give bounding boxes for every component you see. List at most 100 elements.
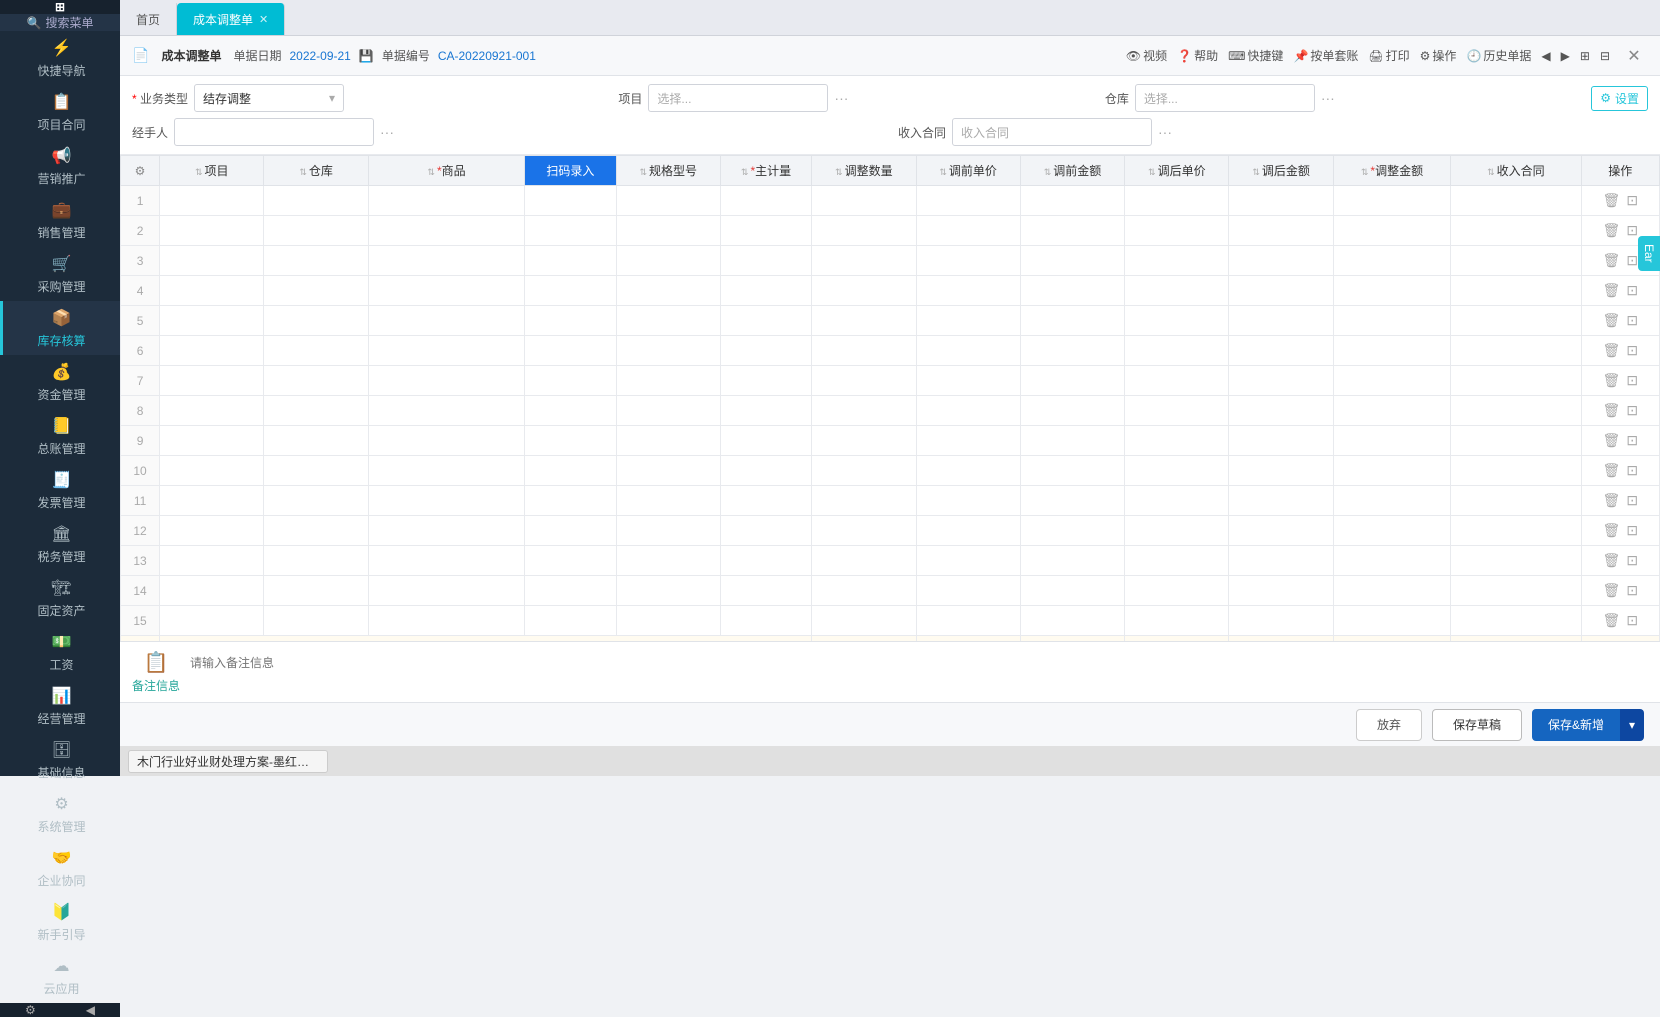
row-income-contract-3[interactable] [1451,246,1581,276]
row-warehouse-4[interactable] [264,276,368,306]
row-product-10[interactable] [368,456,525,486]
row-warehouse-3[interactable] [264,246,368,276]
income-contract-dots[interactable]: ··· [1158,124,1172,140]
row-warehouse-11[interactable] [264,486,368,516]
row-unit-12[interactable] [720,516,811,546]
row-adj-unit-price-8[interactable] [1125,396,1229,426]
row-adj-amount-13[interactable] [1229,546,1333,576]
tab-cost-adjust[interactable]: 成本调整单 ✕ [177,3,285,35]
row-adj-qty-6[interactable] [812,336,916,366]
delete-icon-6[interactable]: 🗑 [1603,342,1621,359]
th-prev-unit-price[interactable]: ⇅调前单价 [916,156,1020,186]
copy-icon-6[interactable]: ⊡ [1626,342,1638,359]
row-spec-14[interactable] [616,576,720,606]
row-prev-amount-8[interactable] [1020,396,1124,426]
row-unit-7[interactable] [720,366,811,396]
row-adj-qty-12[interactable] [812,516,916,546]
row-warehouse-5[interactable] [264,306,368,336]
copy-icon-5[interactable]: ⊡ [1626,312,1638,329]
row-project-9[interactable] [160,426,264,456]
row-spec-3[interactable] [616,246,720,276]
row-prev-amount-9[interactable] [1020,426,1124,456]
row-adj-unit-price-13[interactable] [1125,546,1229,576]
sidebar-search-btn[interactable]: 🔍 搜索菜单 [0,14,120,31]
row-adj-unit-price-11[interactable] [1125,486,1229,516]
copy-icon-9[interactable]: ⊡ [1626,432,1638,449]
row-warehouse-7[interactable] [264,366,368,396]
th-unit[interactable]: ⇅*主计量 [720,156,811,186]
copy-icon-3[interactable]: ⊡ [1626,252,1638,269]
row-product-13[interactable] [368,546,525,576]
row-project-12[interactable] [160,516,264,546]
row-adj-unit-price-10[interactable] [1125,456,1229,486]
row-adj-qty-3[interactable] [812,246,916,276]
handler-input[interactable] [174,118,374,146]
help-btn[interactable]: ❓ 帮助 [1177,47,1218,64]
th-adj-amount[interactable]: ⇅调后金额 [1229,156,1333,186]
row-adj-unit-price-1[interactable] [1125,186,1229,216]
row-warehouse-15[interactable] [264,606,368,636]
save-new-btn[interactable]: 保存&新增 [1532,709,1620,741]
row-warehouse-6[interactable] [264,336,368,366]
row-adj-qty-5[interactable] [812,306,916,336]
row-adj-unit-price-15[interactable] [1125,606,1229,636]
row-product-2[interactable] [368,216,525,246]
row-adj-amount-3[interactable] [1229,246,1333,276]
row-adj-qty-4[interactable] [812,276,916,306]
sidebar-item-invoice-mgmt[interactable]: 🧾 发票管理 [0,463,120,517]
income-contract-input[interactable]: 收入合同 [952,118,1152,146]
delete-icon-12[interactable]: 🗑 [1603,522,1621,539]
row-adj-amount-14[interactable] [1229,576,1333,606]
row-adj-amount-7[interactable] [1229,366,1333,396]
row-spec-5[interactable] [616,306,720,336]
row-project-15[interactable] [160,606,264,636]
save-draft-btn[interactable]: 保存草稿 [1432,709,1522,741]
delete-icon-11[interactable]: 🗑 [1603,492,1621,509]
row-spec-1[interactable] [616,186,720,216]
row-adj-qty-7[interactable] [812,366,916,396]
sidebar-item-capital-mgmt[interactable]: 💰 资金管理 [0,355,120,409]
row-project-10[interactable] [160,456,264,486]
row-unit-13[interactable] [720,546,811,576]
row-prev-amount-3[interactable] [1020,246,1124,276]
row-adj-amount-15[interactable] [1229,606,1333,636]
row-product-12[interactable] [368,516,525,546]
right-panel-btn[interactable]: Ear [1638,236,1660,271]
copy-icon-14[interactable]: ⊡ [1626,582,1638,599]
row-scan-10[interactable] [525,456,616,486]
form-settings-btn[interactable]: ⚙ 设置 [1591,86,1648,111]
row-scan-7[interactable] [525,366,616,396]
row-adj-amount-10[interactable] [1229,456,1333,486]
row-prev-amount-2[interactable] [1020,216,1124,246]
project-dots[interactable]: ··· [834,90,848,106]
row-prev-amount-7[interactable] [1020,366,1124,396]
save-new-arrow-btn[interactable]: ▾ [1620,709,1644,741]
row-spec-12[interactable] [616,516,720,546]
row-adj-total-2[interactable] [1333,216,1450,246]
row-product-9[interactable] [368,426,525,456]
row-scan-14[interactable] [525,576,616,606]
row-adj-qty-9[interactable] [812,426,916,456]
delete-icon-4[interactable]: 🗑 [1603,282,1621,299]
row-income-contract-15[interactable] [1451,606,1581,636]
row-prev-amount-13[interactable] [1020,546,1124,576]
taskbar-item[interactable]: 木门行业好业财处理方案-墨红红.doc - WPS Office [128,750,328,773]
sidebar-item-tax-mgmt[interactable]: 🏛 税务管理 [0,517,120,571]
view-btn[interactable]: 👁 视频 [1126,47,1167,64]
row-prev-unit-price-6[interactable] [916,336,1020,366]
row-product-4[interactable] [368,276,525,306]
delete-icon-2[interactable]: 🗑 [1603,222,1621,239]
th-adj-unit-price[interactable]: ⇅调后单价 [1125,156,1229,186]
copy-icon-13[interactable]: ⊡ [1626,552,1638,569]
row-income-contract-13[interactable] [1451,546,1581,576]
shortcut-btn[interactable]: ⌨ 快捷键 [1228,47,1283,64]
row-unit-15[interactable] [720,606,811,636]
row-project-4[interactable] [160,276,264,306]
row-prev-amount-14[interactable] [1020,576,1124,606]
actions-btn[interactable]: ⚙ 操作 [1420,47,1457,64]
row-adj-total-11[interactable] [1333,486,1450,516]
row-adj-total-14[interactable] [1333,576,1450,606]
row-adj-total-5[interactable] [1333,306,1450,336]
row-unit-8[interactable] [720,396,811,426]
row-spec-13[interactable] [616,546,720,576]
